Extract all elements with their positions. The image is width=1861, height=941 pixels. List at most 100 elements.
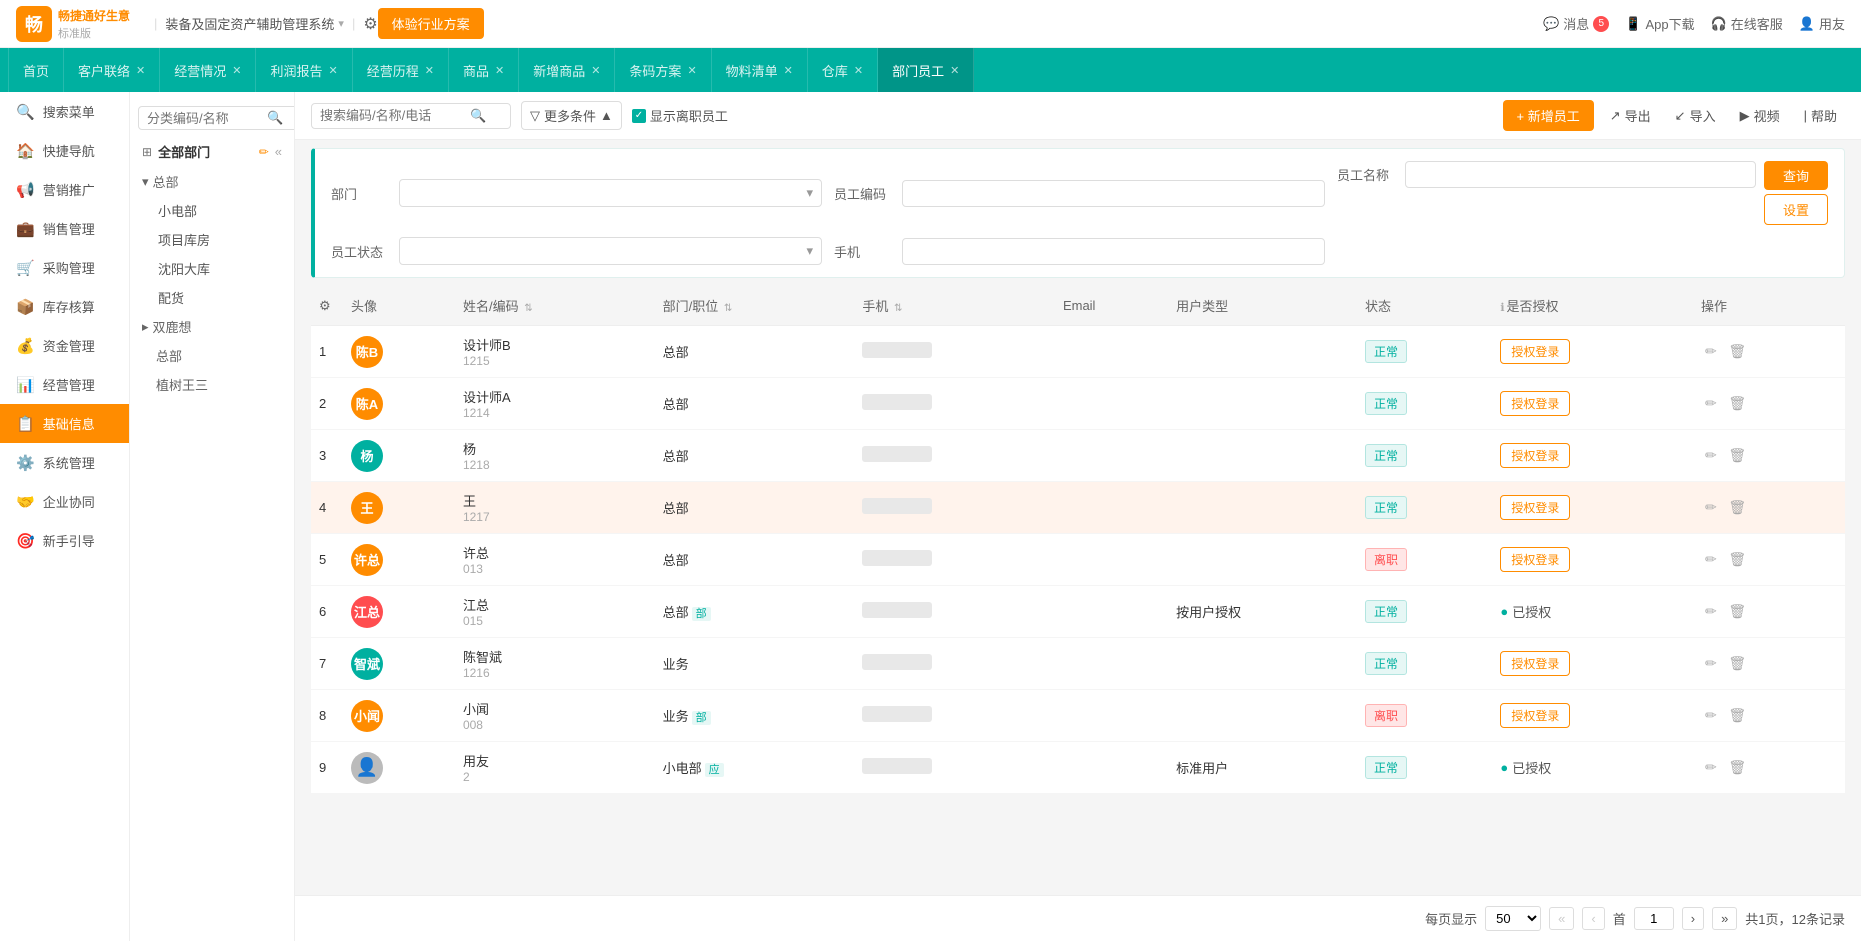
close-icon[interactable]: ✕ [854,64,863,77]
delete-btn[interactable]: 🗑 [1724,497,1750,518]
show-resigned-toggle[interactable]: ✓ 显示离职员工 [632,106,728,125]
nav-tab-home[interactable]: 首页 [8,48,64,92]
th-name[interactable]: 姓名/编码 ⇅ [455,286,655,326]
toolbar-search[interactable]: 🔍 [311,103,511,129]
dept-child-peihuo[interactable]: 配货 [130,283,294,312]
close-icon[interactable]: ✕ [329,64,338,77]
sidebar-item-operation[interactable]: 📊 经营管理 [0,365,129,404]
view-btn[interactable]: ▶ 视频 [1732,100,1788,131]
dept-search[interactable]: 🔍 [138,106,295,130]
close-icon[interactable]: ✕ [950,64,959,77]
close-icon[interactable]: ✕ [136,64,145,77]
delete-btn[interactable]: 🗑 [1724,757,1750,778]
message-action[interactable]: 💬 消息 5 [1543,14,1609,33]
nav-tab-warehouse[interactable]: 仓库 ✕ [808,48,878,92]
prev-page-btn[interactable]: ‹ [1582,907,1604,930]
nav-tab-barcode[interactable]: 条码方案 ✕ [615,48,711,92]
delete-btn[interactable]: 🗑 [1724,445,1750,466]
online-service-action[interactable]: 🎧 在线客服 [1711,14,1783,33]
sidebar-item-finance[interactable]: 💰 资金管理 [0,326,129,365]
authorize-btn[interactable]: 授权登录 [1500,495,1570,520]
import-btn[interactable]: ↙ 导入 [1667,100,1724,131]
nav-tab-operation[interactable]: 经营情况 ✕ [160,48,256,92]
edit-dept-icon[interactable]: ✏ [259,145,269,159]
authorize-btn[interactable]: 授权登录 [1500,547,1570,572]
th-phone[interactable]: 手机 ⇅ [854,286,1055,326]
system-title-arrow[interactable]: ▾ [338,17,344,30]
edit-btn[interactable]: ✏ [1701,393,1721,414]
reset-btn[interactable]: 设置 [1764,194,1828,225]
dept-parent-shuanglu[interactable]: ▸ 双鹿想 [130,312,294,341]
edit-btn[interactable]: ✏ [1701,549,1721,570]
dept-parent-zhishu[interactable]: 植树王三 [130,370,294,399]
dept-parent-zongbu[interactable]: ▾ 总部 [130,167,294,196]
edit-btn[interactable]: ✏ [1701,757,1721,778]
edit-btn[interactable]: ✏ [1701,601,1721,622]
close-icon[interactable]: ✕ [232,64,241,77]
nav-tab-goods[interactable]: 商品 ✕ [449,48,519,92]
delete-btn[interactable]: 🗑 [1724,601,1750,622]
edit-btn[interactable]: ✏ [1701,653,1721,674]
nav-tab-profit[interactable]: 利润报告 ✕ [256,48,352,92]
more-filter-btn[interactable]: ▽ 更多条件 ▲ [521,101,622,130]
collapse-icon[interactable]: « [275,144,282,159]
authorize-btn[interactable]: 授权登录 [1500,443,1570,468]
sidebar-item-collab[interactable]: 🤝 企业协同 [0,482,129,521]
nav-tab-customer[interactable]: 客户联络 ✕ [64,48,160,92]
sidebar-item-sales[interactable]: 💼 销售管理 [0,209,129,248]
last-page-btn[interactable]: » [1712,907,1737,930]
next-page-btn[interactable]: › [1682,907,1704,930]
filter-phone-input[interactable] [902,238,1325,265]
sidebar-item-guide[interactable]: 🎯 新手引导 [0,521,129,560]
close-icon[interactable]: ✕ [591,64,600,77]
sidebar-item-nav[interactable]: 🏠 快捷导航 [0,131,129,170]
query-btn[interactable]: 查询 [1764,161,1828,190]
sidebar-item-inventory[interactable]: 📦 库存核算 [0,287,129,326]
filter-empcode-input[interactable] [902,180,1325,207]
filter-dept-select[interactable]: ▾ [399,179,822,207]
nav-tab-bom[interactable]: 物料清单 ✕ [712,48,808,92]
page-number-input[interactable] [1634,907,1674,930]
dept-child-shenyang[interactable]: 沈阳大库 [130,254,294,283]
authorize-btn[interactable]: 授权登录 [1500,391,1570,416]
sidebar-item-search[interactable]: 🔍 搜索菜单 [0,92,129,131]
close-icon[interactable]: ✕ [784,64,793,77]
search-input[interactable] [320,108,470,123]
gear-btn[interactable]: ⚙ [363,14,377,34]
dept-child-xiangmu[interactable]: 项目库房 [130,225,294,254]
sidebar-item-system[interactable]: ⚙️ 系统管理 [0,443,129,482]
delete-btn[interactable]: 🗑 [1724,393,1750,414]
help-btn[interactable]: | 帮助 [1796,100,1845,131]
experience-btn[interactable]: 体验行业方案 [378,8,484,39]
close-icon[interactable]: ✕ [687,64,696,77]
delete-btn[interactable]: 🗑 [1724,549,1750,570]
th-dept[interactable]: 部门/职位 ⇅ [655,286,855,326]
sidebar-item-basic[interactable]: 📋 基础信息 [0,404,129,443]
edit-btn[interactable]: ✏ [1701,497,1721,518]
close-icon[interactable]: ✕ [495,64,504,77]
page-size-select[interactable]: 50 100 [1485,906,1541,931]
edit-btn[interactable]: ✏ [1701,705,1721,726]
sidebar-item-marketing[interactable]: 📢 营销推广 [0,170,129,209]
nav-tab-add-goods[interactable]: 新增商品 ✕ [519,48,615,92]
edit-btn[interactable]: ✏ [1701,445,1721,466]
add-employee-btn[interactable]: + 新增员工 [1503,100,1594,131]
delete-btn[interactable]: 🗑 [1724,653,1750,674]
authorize-btn[interactable]: 授权登录 [1500,339,1570,364]
filter-empname-input[interactable] [1405,161,1756,188]
user-action[interactable]: 👤 用友 [1799,14,1845,33]
delete-btn[interactable]: 🗑 [1724,341,1750,362]
authorize-btn[interactable]: 授权登录 [1500,703,1570,728]
export-btn[interactable]: ↗ 导出 [1602,100,1659,131]
close-icon[interactable]: ✕ [425,64,434,77]
authorize-btn[interactable]: 授权登录 [1500,651,1570,676]
dept-child-xiaodibu[interactable]: 小电部 [130,196,294,225]
dept-search-input[interactable] [147,111,267,126]
nav-tab-dept[interactable]: 部门员工 ✕ [878,48,974,92]
edit-btn[interactable]: ✏ [1701,341,1721,362]
filter-status-select[interactable]: ▾ [399,237,822,265]
app-download-action[interactable]: 📱 App下载 [1625,14,1694,33]
delete-btn[interactable]: 🗑 [1724,705,1750,726]
nav-tab-history[interactable]: 经营历程 ✕ [353,48,449,92]
dept-parent-zongbu2[interactable]: 总部 [130,341,294,370]
